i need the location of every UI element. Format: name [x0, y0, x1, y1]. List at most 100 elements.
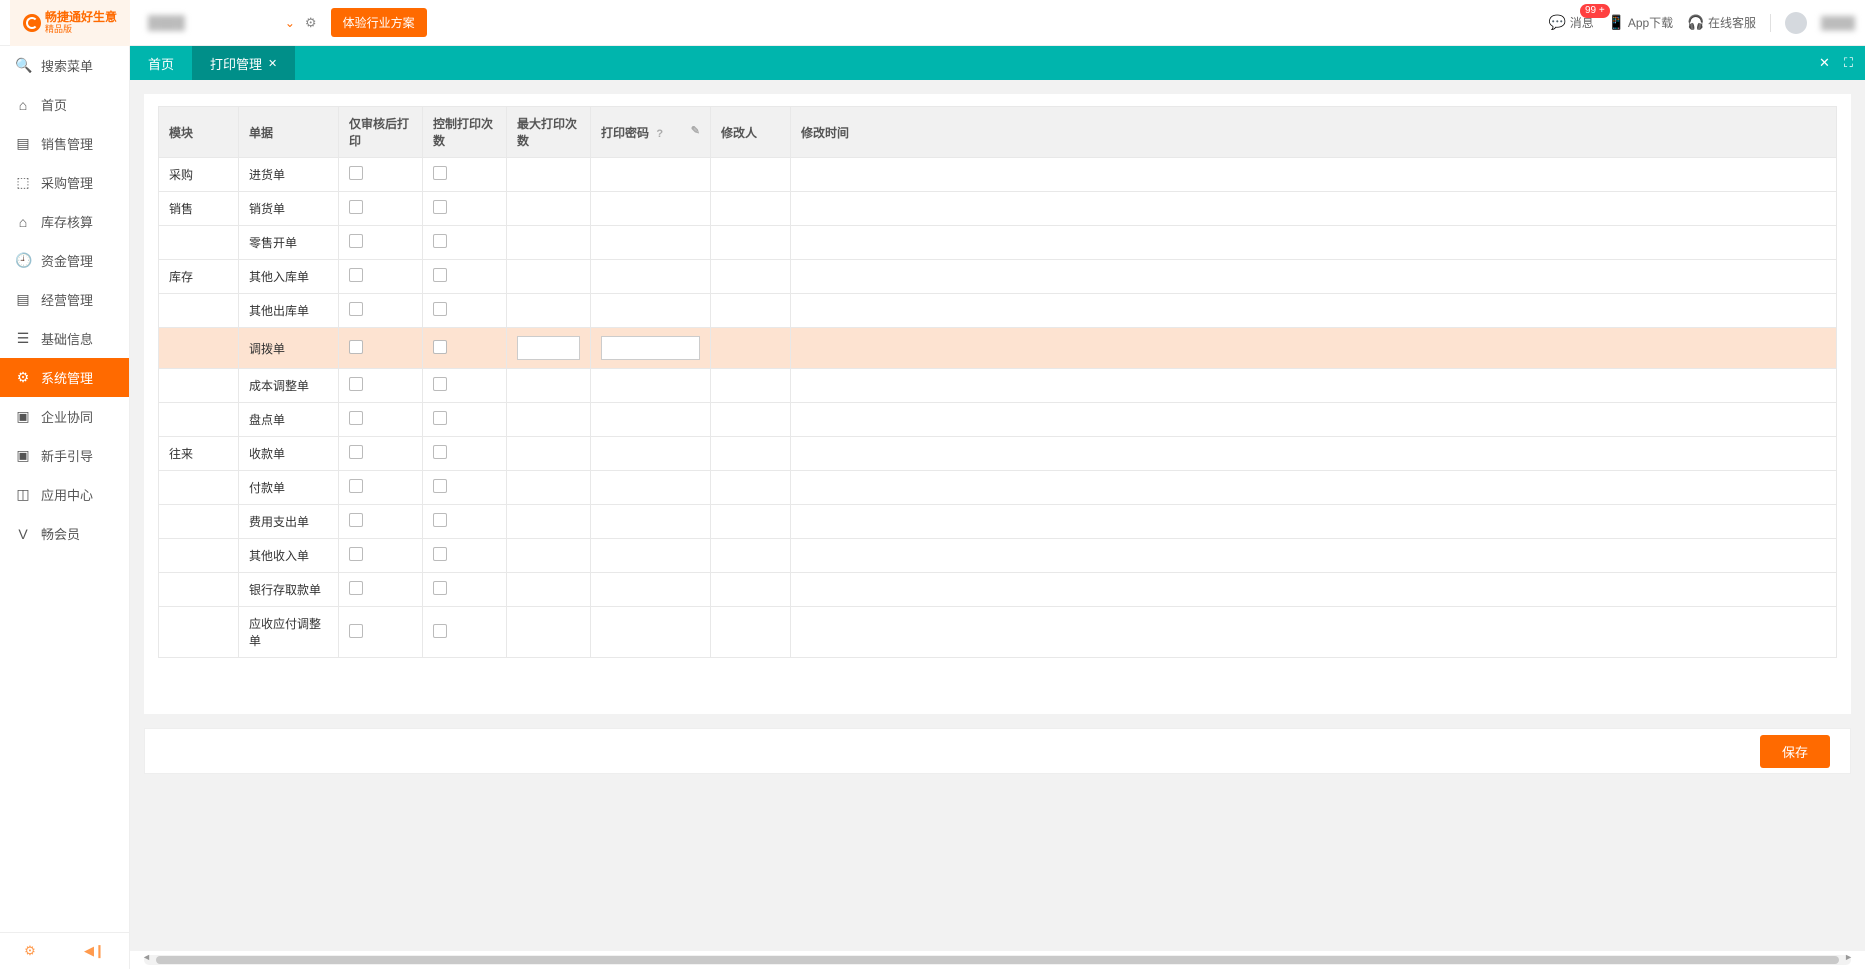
- limit-count-checkbox[interactable]: [433, 377, 447, 391]
- cell-audit: [339, 437, 423, 471]
- cell-audit: [339, 260, 423, 294]
- cell-password: [591, 539, 711, 573]
- topbar: 畅捷通好生意 精品版 ████ ⌄ ⚙ 体验行业方案 💬 消息 📱 App下载 …: [0, 0, 1865, 46]
- cell-limit: [423, 158, 507, 192]
- audit-only-checkbox[interactable]: [349, 234, 363, 248]
- limit-count-checkbox[interactable]: [433, 302, 447, 316]
- nav-appcenter-label: 应用中心: [41, 485, 93, 504]
- cell-limit: [423, 539, 507, 573]
- nav-funds[interactable]: 🕘资金管理: [0, 241, 129, 280]
- audit-only-checkbox[interactable]: [349, 581, 363, 595]
- table-row[interactable]: 应收应付调整单: [159, 607, 1837, 658]
- nav-sales[interactable]: ▤销售管理: [0, 124, 129, 163]
- help-icon[interactable]: ?: [656, 128, 663, 140]
- brand-logo[interactable]: 畅捷通好生意 精品版: [10, 0, 130, 46]
- audit-only-checkbox[interactable]: [349, 268, 363, 282]
- brand-edition: 精品版: [45, 25, 117, 34]
- limit-count-checkbox[interactable]: [433, 513, 447, 527]
- nav-system[interactable]: ⚙系统管理: [0, 358, 129, 397]
- collapse-icon[interactable]: ◀❙: [84, 943, 105, 959]
- print-password-input[interactable]: [601, 336, 700, 360]
- support-link[interactable]: 🎧 在线客服: [1687, 14, 1756, 31]
- tenant-selector-label[interactable]: ████: [148, 15, 185, 30]
- cell-doc: 调拨单: [239, 328, 339, 369]
- audit-only-checkbox[interactable]: [349, 200, 363, 214]
- audit-only-checkbox[interactable]: [349, 166, 363, 180]
- save-button[interactable]: 保存: [1760, 735, 1830, 768]
- limit-count-checkbox[interactable]: [433, 411, 447, 425]
- limit-count-checkbox[interactable]: [433, 624, 447, 638]
- table-row[interactable]: 调拨单: [159, 328, 1837, 369]
- nav-purchase[interactable]: ⬚采购管理: [0, 163, 129, 202]
- nav-home[interactable]: ⌂首页: [0, 85, 129, 124]
- cell-modifier: [711, 403, 791, 437]
- table-row[interactable]: 采购进货单: [159, 158, 1837, 192]
- table-row[interactable]: 零售开单: [159, 226, 1837, 260]
- tab-print-management[interactable]: 打印管理 ✕: [192, 46, 295, 80]
- cell-modifier: [711, 505, 791, 539]
- cell-max: [507, 328, 591, 369]
- cell-limit: [423, 226, 507, 260]
- audit-only-checkbox[interactable]: [349, 411, 363, 425]
- cell-modifier: [711, 294, 791, 328]
- table-row[interactable]: 往来收款单: [159, 437, 1837, 471]
- audit-only-checkbox[interactable]: [349, 377, 363, 391]
- limit-count-checkbox[interactable]: [433, 234, 447, 248]
- audit-only-checkbox[interactable]: [349, 479, 363, 493]
- table-row[interactable]: 盘点单: [159, 403, 1837, 437]
- avatar[interactable]: [1785, 12, 1807, 34]
- fullscreen-icon[interactable]: ⛶: [1844, 55, 1853, 71]
- table-row[interactable]: 销售销货单: [159, 192, 1837, 226]
- audit-only-checkbox[interactable]: [349, 513, 363, 527]
- audit-only-checkbox[interactable]: [349, 445, 363, 459]
- limit-count-checkbox[interactable]: [433, 200, 447, 214]
- cell-limit: [423, 471, 507, 505]
- table-row[interactable]: 其他收入单: [159, 539, 1837, 573]
- nav-guide[interactable]: ▣新手引导: [0, 436, 129, 475]
- horizontal-scrollbar[interactable]: [144, 955, 1851, 965]
- app-download-link[interactable]: 📱 App下载: [1608, 14, 1673, 31]
- audit-only-checkbox[interactable]: [349, 340, 363, 354]
- audit-only-checkbox[interactable]: [349, 547, 363, 561]
- table-row[interactable]: 费用支出单: [159, 505, 1837, 539]
- table-row[interactable]: 银行存取款单: [159, 573, 1837, 607]
- table-row[interactable]: 其他出库单: [159, 294, 1837, 328]
- nav-operations[interactable]: ▤经营管理: [0, 280, 129, 319]
- table-row[interactable]: 成本调整单: [159, 369, 1837, 403]
- messages-link[interactable]: 💬 消息: [1549, 14, 1594, 31]
- limit-count-checkbox[interactable]: [433, 547, 447, 561]
- table-row[interactable]: 库存其他入库单: [159, 260, 1837, 294]
- nav-member[interactable]: V畅会员: [0, 514, 129, 553]
- limit-count-checkbox[interactable]: [433, 479, 447, 493]
- limit-count-checkbox[interactable]: [433, 340, 447, 354]
- nav-appcenter[interactable]: ◫应用中心: [0, 475, 129, 514]
- limit-count-checkbox[interactable]: [433, 445, 447, 459]
- cell-time: [791, 573, 1837, 607]
- nav-collab[interactable]: ▣企业协同: [0, 397, 129, 436]
- nav-basedata[interactable]: ☰基础信息: [0, 319, 129, 358]
- cell-password: [591, 260, 711, 294]
- nav-search[interactable]: 🔍搜索菜单: [0, 46, 129, 85]
- settings-icon[interactable]: ⚙: [305, 15, 317, 31]
- audit-only-checkbox[interactable]: [349, 302, 363, 316]
- audit-only-checkbox[interactable]: [349, 624, 363, 638]
- table-row[interactable]: 付款单: [159, 471, 1837, 505]
- tab-close-all-icon[interactable]: ✕: [1819, 55, 1830, 71]
- chevron-down-icon[interactable]: ⌄: [285, 16, 295, 30]
- max-print-input[interactable]: [517, 336, 580, 360]
- limit-count-checkbox[interactable]: [433, 581, 447, 595]
- limit-count-checkbox[interactable]: [433, 166, 447, 180]
- industry-plan-button[interactable]: 体验行业方案: [331, 8, 427, 37]
- close-icon[interactable]: ✕: [268, 57, 277, 70]
- user-name[interactable]: ████: [1821, 16, 1855, 30]
- gear-icon[interactable]: ⚙: [24, 943, 36, 959]
- limit-count-checkbox[interactable]: [433, 268, 447, 282]
- nav-operations-label: 经营管理: [41, 290, 93, 309]
- cell-max: [507, 505, 591, 539]
- nav-inventory[interactable]: ⌂库存核算: [0, 202, 129, 241]
- tab-print-management-label: 打印管理: [210, 54, 262, 73]
- edit-icon[interactable]: ✎: [691, 124, 700, 137]
- cell-audit: [339, 607, 423, 658]
- tab-home[interactable]: 首页: [130, 46, 192, 80]
- cell-limit: [423, 192, 507, 226]
